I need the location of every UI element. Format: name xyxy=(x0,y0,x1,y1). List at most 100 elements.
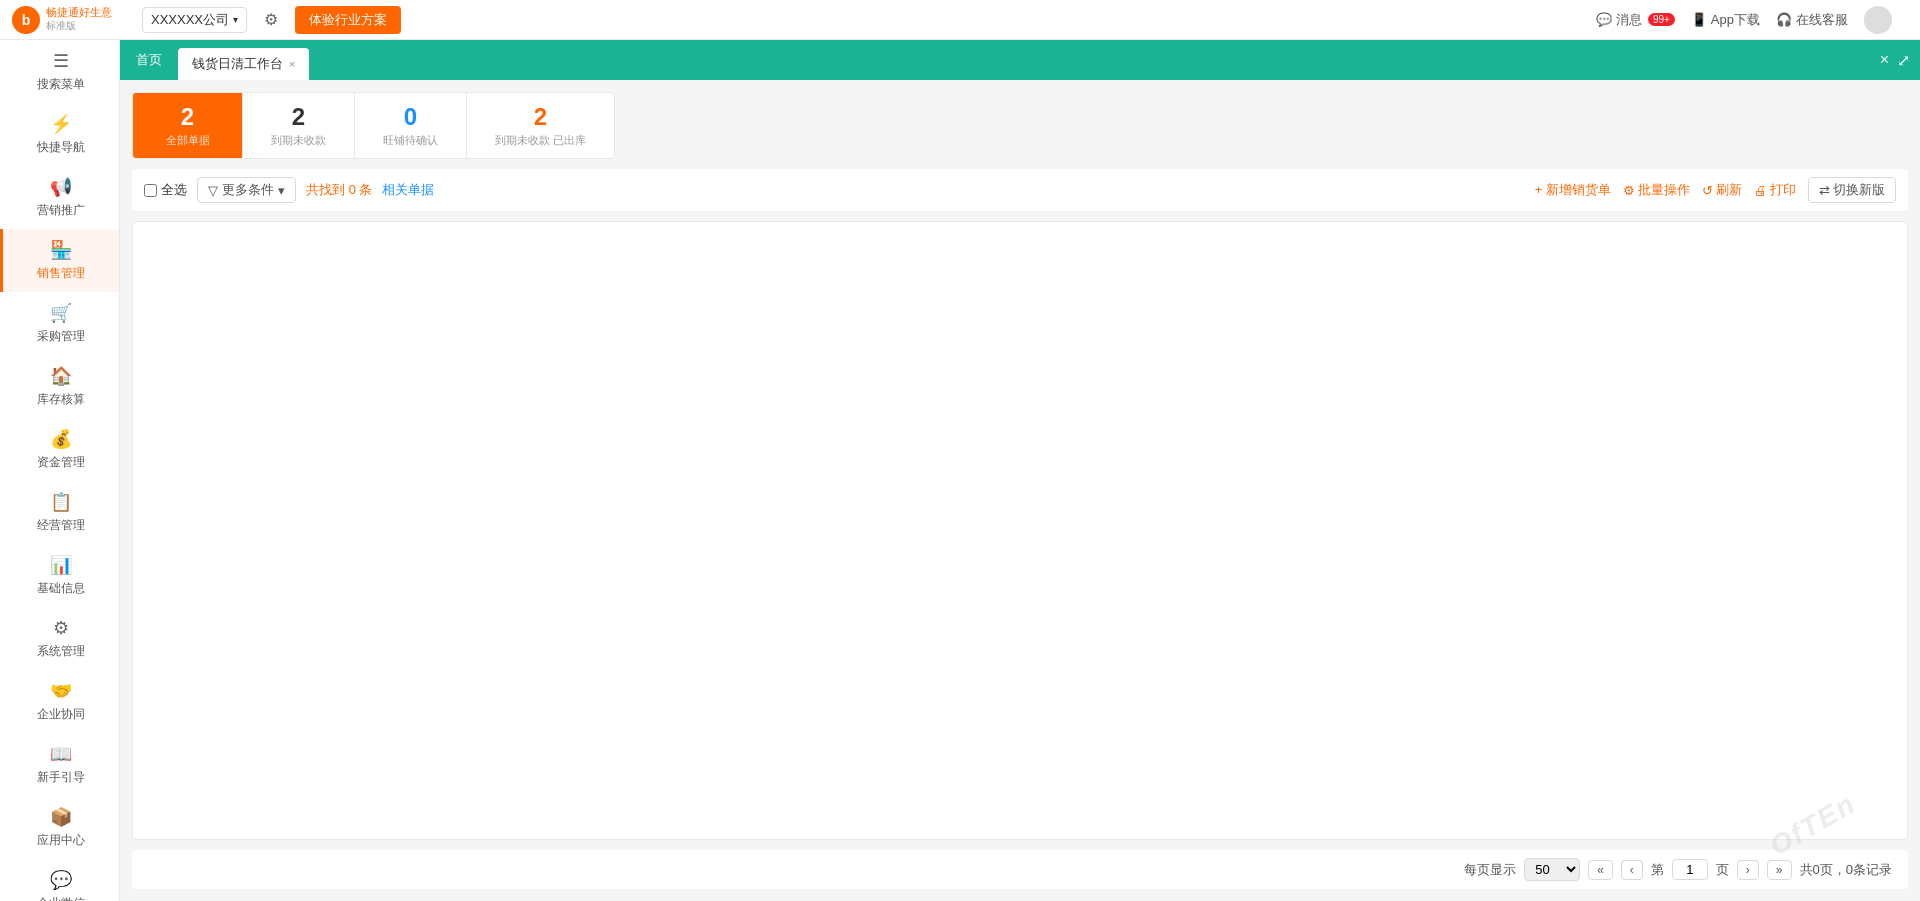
stat-desc-overdue: 到期未收款 xyxy=(271,133,326,148)
logo-tag: 标准版 xyxy=(46,19,112,33)
sidebar-label-sales: 销售管理 xyxy=(37,265,85,282)
found-text: 共找到 0 条 xyxy=(306,181,372,199)
marketing-icon: 📢 xyxy=(50,176,72,198)
logo-text-area: 畅捷通好生意 标准版 xyxy=(46,6,112,33)
print-icon: 🖨 xyxy=(1754,183,1767,198)
stat-tab-all[interactable]: 2 全部单据 xyxy=(133,93,243,158)
switch-icon: ⇄ xyxy=(1819,183,1830,198)
tab-close-icon[interactable]: × xyxy=(289,58,295,70)
select-all-input[interactable] xyxy=(144,184,157,197)
stat-tab-overdue-out[interactable]: 2 到期未收款 已出库 xyxy=(467,93,614,158)
sidebar-item-purchase[interactable]: 🛒 采购管理 xyxy=(0,292,119,355)
add-sale-order-button[interactable]: + 新增销货单 xyxy=(1535,181,1611,199)
stat-tab-overdue[interactable]: 2 到期未收款 xyxy=(243,93,355,158)
company-selector[interactable]: XXXXXX公司 ▾ xyxy=(142,7,247,33)
logo-text: 畅捷通好生意 xyxy=(46,6,112,19)
quick-nav-icon: ⚡ xyxy=(50,113,72,135)
try-plan-button[interactable]: 体验行业方案 xyxy=(295,6,401,34)
tab-home[interactable]: 首页 xyxy=(120,40,178,80)
batch-operation-button[interactable]: ⚙ 批量操作 xyxy=(1623,181,1690,199)
avatar[interactable] xyxy=(1864,6,1892,34)
found-unit: 条 xyxy=(359,182,372,197)
page-last-button[interactable]: » xyxy=(1767,860,1792,880)
page-first-button[interactable]: « xyxy=(1588,860,1613,880)
sidebar-label-purchase: 采购管理 xyxy=(37,328,85,345)
message-icon: 💬 xyxy=(1596,12,1612,27)
sidebar-label-guide: 新手引导 xyxy=(37,769,85,786)
batch-label: 批量操作 xyxy=(1638,181,1690,199)
page-prev-button[interactable]: ‹ xyxy=(1621,860,1643,880)
switch-version-button[interactable]: ⇄ 切换新版 xyxy=(1808,177,1896,203)
tab-active-label: 钱货日清工作台 xyxy=(192,55,283,73)
found-count: 0 xyxy=(349,182,356,197)
company-name: XXXXXX公司 xyxy=(151,11,229,29)
filter-chevron-icon: ▾ xyxy=(278,183,285,198)
stat-tab-wangpu[interactable]: 0 旺铺待确认 xyxy=(355,93,467,158)
sidebar-label-wechat: 企业微信 xyxy=(37,895,85,901)
select-all-checkbox[interactable]: 全选 xyxy=(144,181,187,199)
print-button[interactable]: 🖨 打印 xyxy=(1754,181,1796,199)
online-label: 在线客服 xyxy=(1796,11,1848,29)
wechat-icon: 💬 xyxy=(50,869,72,891)
sidebar-item-sales[interactable]: 🏪 销售管理 xyxy=(0,229,119,292)
app-download-button[interactable]: 📱 App下载 xyxy=(1691,11,1760,29)
settings-button[interactable]: ⚙ xyxy=(257,6,285,34)
sidebar-label-base-info: 基础信息 xyxy=(37,580,85,597)
search-menu-icon: ☰ xyxy=(53,50,69,72)
finance-icon: 💰 xyxy=(50,428,72,450)
tab-bar: 首页 钱货日清工作台 × × ⤢ xyxy=(120,40,1920,80)
top-header: b 畅捷通好生意 标准版 XXXXXX公司 ▾ ⚙ 体验行业方案 💬 消息 99… xyxy=(0,0,1920,40)
inventory-icon: 🏠 xyxy=(50,365,72,387)
sidebar-item-quick-nav[interactable]: ⚡ 快捷导航 xyxy=(0,103,119,166)
logo-icon: b xyxy=(12,6,40,34)
stat-num-all: 2 xyxy=(161,103,214,131)
enterprise-icon: 🤝 xyxy=(50,680,72,702)
stat-num-wangpu: 0 xyxy=(383,103,438,131)
message-label: 消息 xyxy=(1616,11,1642,29)
sidebar-label-system: 系统管理 xyxy=(37,643,85,660)
total-text: 共0页，0条记录 xyxy=(1800,861,1892,879)
sidebar-item-operations[interactable]: 📋 经营管理 xyxy=(0,481,119,544)
message-badge: 99+ xyxy=(1648,13,1675,26)
sidebar-item-app-center[interactable]: 📦 应用中心 xyxy=(0,796,119,859)
table-area xyxy=(132,221,1908,840)
toolbar: 全选 ▽ 更多条件 ▾ 共找到 0 条 相关单据 + 新增销货单 xyxy=(132,169,1908,211)
window-expand-icon[interactable]: ⤢ xyxy=(1897,51,1910,70)
sidebar-item-enterprise[interactable]: 🤝 企业协同 xyxy=(0,670,119,733)
sidebar-item-finance[interactable]: 💰 资金管理 xyxy=(0,418,119,481)
sidebar-item-inventory[interactable]: 🏠 库存核算 xyxy=(0,355,119,418)
sidebar-label-marketing: 营销推广 xyxy=(37,202,85,219)
online-service-button[interactable]: 🎧 在线客服 xyxy=(1776,11,1848,29)
header-right: 💬 消息 99+ 📱 App下载 🎧 在线客服 xyxy=(1596,6,1908,34)
refresh-icon: ↺ xyxy=(1702,183,1713,198)
tab-active[interactable]: 钱货日清工作台 × xyxy=(178,48,309,80)
sidebar-label-finance: 资金管理 xyxy=(37,454,85,471)
sidebar-label-enterprise: 企业协同 xyxy=(37,706,85,723)
logo-area: b 畅捷通好生意 标准版 xyxy=(12,6,132,34)
sidebar-item-base-info[interactable]: 📊 基础信息 xyxy=(0,544,119,607)
page-content: 2 全部单据 2 到期未收款 0 旺铺待确认 2 到期未收款 已出库 xyxy=(120,80,1920,901)
sidebar-item-wechat[interactable]: 💬 企业微信 xyxy=(0,859,119,901)
purchase-icon: 🛒 xyxy=(50,302,72,324)
sidebar-item-guide[interactable]: 📖 新手引导 xyxy=(0,733,119,796)
page-number-input[interactable] xyxy=(1672,859,1708,880)
chevron-down-icon: ▾ xyxy=(233,14,238,25)
sidebar-item-marketing[interactable]: 📢 营销推广 xyxy=(0,166,119,229)
sidebar-label-quick-nav: 快捷导航 xyxy=(37,139,85,156)
window-close-icon[interactable]: × xyxy=(1880,51,1889,69)
sidebar-item-system[interactable]: ⚙ 系统管理 xyxy=(0,607,119,670)
related-orders-link[interactable]: 相关单据 xyxy=(382,181,434,199)
stat-desc-wangpu: 旺铺待确认 xyxy=(383,133,438,148)
sidebar-label-inventory: 库存核算 xyxy=(37,391,85,408)
sidebar: ☰ 搜索菜单 ⚡ 快捷导航 📢 营销推广 🏪 销售管理 🛒 采购管理 🏠 库存核… xyxy=(0,40,120,901)
filter-button[interactable]: ▽ 更多条件 ▾ xyxy=(197,177,296,203)
page-next-button[interactable]: › xyxy=(1737,860,1759,880)
page-size-select[interactable]: 50 20 100 xyxy=(1524,858,1580,881)
sidebar-item-search-menu[interactable]: ☰ 搜索菜单 xyxy=(0,40,119,103)
batch-icon: ⚙ xyxy=(1623,183,1635,198)
header-left: b 畅捷通好生意 标准版 XXXXXX公司 ▾ ⚙ 体验行业方案 xyxy=(12,6,401,34)
message-button[interactable]: 💬 消息 99+ xyxy=(1596,11,1675,29)
refresh-button[interactable]: ↺ 刷新 xyxy=(1702,181,1742,199)
guide-icon: 📖 xyxy=(50,743,72,765)
app-icon: 📱 xyxy=(1691,12,1707,27)
